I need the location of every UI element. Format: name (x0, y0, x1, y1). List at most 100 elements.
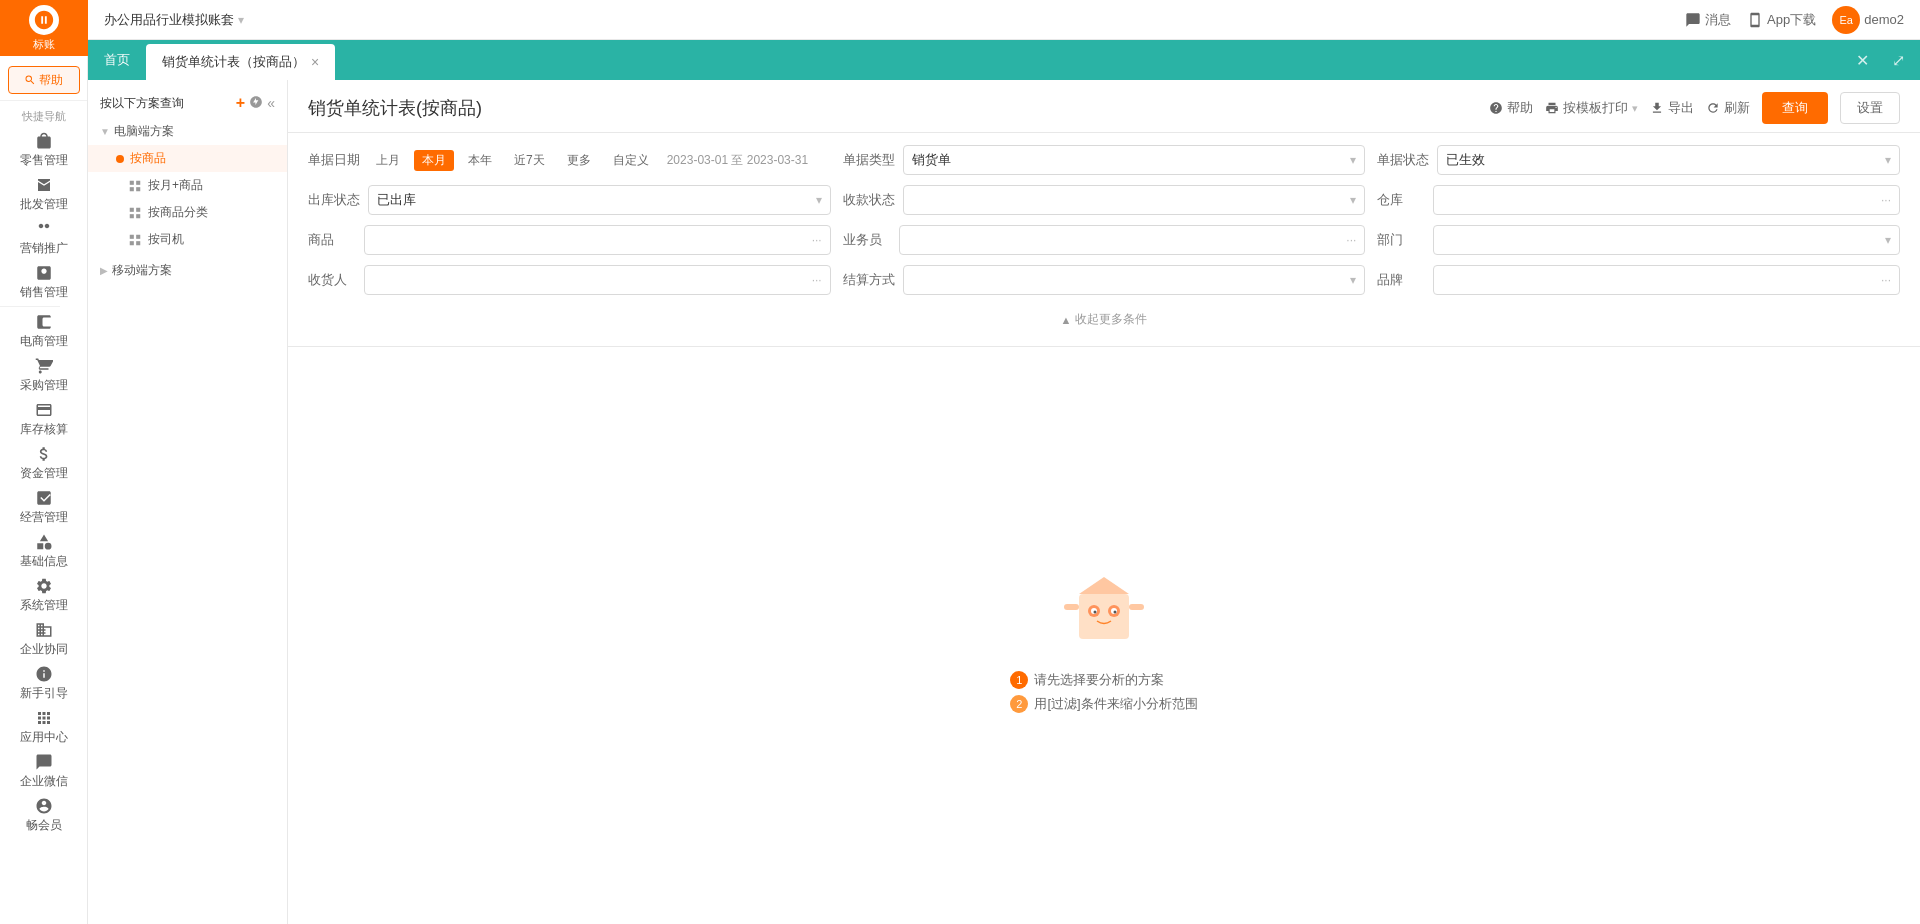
page-title: 销货单统计表(按商品) (308, 96, 482, 120)
filter-doc-type-field: 单据类型 销货单 (843, 145, 1366, 175)
filter-warehouse-input[interactable]: ··· (1433, 185, 1900, 215)
app-download-button[interactable]: App下载 (1747, 11, 1816, 29)
tab-fullscreen-button[interactable]: ⤢ (1884, 46, 1912, 74)
filter-brand-field: 品牌 ··· (1377, 265, 1900, 295)
date-tab-custom[interactable]: 自定义 (605, 150, 657, 171)
sidebar-item-retail-label: 零售管理 (20, 152, 68, 169)
sidebar-item-wholesale[interactable]: 批发管理 (0, 172, 87, 216)
tree-item-by-product-label: 按商品 (130, 150, 166, 167)
date-tab-last-month[interactable]: 上月 (368, 150, 408, 171)
tree-group-mobile-text: 移动端方案 (112, 262, 172, 279)
date-tab-this-year[interactable]: 本年 (460, 150, 500, 171)
settings-button[interactable]: 设置 (1840, 92, 1900, 124)
svg-rect-11 (136, 241, 140, 245)
sidebar-item-marketing[interactable]: 营销推广 (0, 216, 87, 260)
filter-department-input[interactable] (1433, 225, 1900, 255)
edit-scheme-button[interactable] (249, 95, 263, 112)
tree-group-mobile-label[interactable]: ▶ 移动端方案 (88, 257, 287, 284)
help-button[interactable]: 帮助 (1489, 99, 1533, 117)
sidebar-item-corp[interactable]: 企业协同 (0, 617, 87, 661)
sidebar-item-ecommerce[interactable]: 电商管理 (0, 309, 87, 353)
filter-payment-status-field: 收款状态 (843, 185, 1366, 215)
user-profile[interactable]: Ea demo2 (1832, 6, 1904, 34)
tab-home[interactable]: 首页 (88, 40, 146, 80)
search-menu-button[interactable]: 帮助 (8, 66, 80, 94)
sidebar-item-system[interactable]: 系统管理 (0, 573, 87, 617)
sidebar-item-corpwechat[interactable]: 企业微信 (0, 749, 87, 793)
empty-step-1: 1 请先选择要分析的方案 (1010, 671, 1197, 689)
filter-row-1: 单据日期 上月 本月 本年 近7天 更多 自定义 2023-03-01 至 20… (308, 145, 1900, 175)
filter-doc-status-input[interactable]: 已生效 (1437, 145, 1900, 175)
filter-department-label: 部门 (1377, 231, 1425, 249)
tab-close-button[interactable]: × (311, 54, 319, 70)
tree-item-by-month-product[interactable]: 按月+商品 (88, 172, 287, 199)
sidebar-item-system-label: 系统管理 (20, 597, 68, 614)
collapse-conditions-bar[interactable]: ▲ 收起更多条件 (308, 305, 1900, 334)
search-menu-label: 帮助 (39, 72, 63, 89)
left-panel-actions: + « (236, 94, 275, 112)
svg-rect-12 (1079, 594, 1129, 639)
tree-item-by-company[interactable]: 按司机 (88, 226, 287, 253)
svg-rect-3 (136, 187, 140, 191)
step-1-num: 1 (1010, 671, 1028, 689)
left-panel-title: 按以下方案查询 (100, 95, 184, 112)
date-tab-more[interactable]: 更多 (559, 150, 599, 171)
filter-brand-input[interactable]: ··· (1433, 265, 1900, 295)
svg-point-18 (1094, 610, 1097, 613)
tree-item-by-product[interactable]: 按商品 (88, 145, 287, 172)
logo-icon (29, 5, 59, 35)
filter-payment-status-input[interactable] (903, 185, 1366, 215)
tree-group-desktop: ▼ 电脑端方案 按商品 按月+商品 按商品分类 按司机 (88, 118, 287, 257)
sidebar-item-member[interactable]: 畅会员 (0, 793, 87, 837)
tree-group-desktop-label[interactable]: ▼ 电脑端方案 (88, 118, 287, 145)
main-area: 办公用品行业模拟账套 消息 App下载 Ea demo2 首页 (88, 0, 1920, 924)
refresh-button[interactable]: 刷新 (1706, 99, 1750, 117)
filter-receiver-field: 收货人 ··· (308, 265, 831, 295)
filter-out-status-input[interactable]: 已出库 (368, 185, 831, 215)
sidebar-item-purchase[interactable]: 采购管理 (0, 353, 87, 397)
tree-item-by-product-category[interactable]: 按商品分类 (88, 199, 287, 226)
filter-receiver-input[interactable]: ··· (364, 265, 831, 295)
sidebar-item-inventory[interactable]: 库存核算 (0, 397, 87, 441)
sidebar-item-basic[interactable]: 基础信息 (0, 529, 87, 573)
add-scheme-button[interactable]: + (236, 94, 245, 112)
filter-salesperson-field: 业务员 ··· (843, 225, 1366, 255)
sidebar-item-finance[interactable]: 资金管理 (0, 441, 87, 485)
template-print-chevron (1632, 102, 1638, 115)
tab-sales-stat-label: 销货单统计表（按商品） (162, 53, 305, 71)
filter-doc-type-input[interactable]: 销货单 (903, 145, 1366, 175)
filter-product-label: 商品 (308, 231, 356, 249)
collapse-panel-button[interactable]: « (267, 95, 275, 111)
filter-salesperson-label: 业务员 (843, 231, 891, 249)
date-tab-7days[interactable]: 近7天 (506, 150, 553, 171)
filter-out-status-value: 已出库 (377, 191, 416, 209)
filter-payment-method-chevron (1350, 273, 1356, 287)
filter-salesperson-more: ··· (1346, 233, 1356, 247)
svg-rect-8 (130, 234, 134, 238)
app-download-label: App下载 (1767, 11, 1816, 29)
sidebar-item-retail[interactable]: 零售管理 (0, 128, 87, 172)
sidebar-item-operations[interactable]: 经营管理 (0, 485, 87, 529)
date-tab-this-month[interactable]: 本月 (414, 150, 454, 171)
filter-brand-more: ··· (1881, 273, 1891, 287)
tab-sales-stat[interactable]: 销货单统计表（按商品） × (146, 44, 335, 80)
sidebar-item-wholesale-label: 批发管理 (20, 196, 68, 213)
query-button[interactable]: 查询 (1762, 92, 1828, 124)
app-title-dropdown[interactable]: 办公用品行业模拟账套 (104, 11, 244, 29)
filter-payment-method-input[interactable] (903, 265, 1366, 295)
filter-salesperson-input[interactable]: ··· (899, 225, 1366, 255)
export-button[interactable]: 导出 (1650, 99, 1694, 117)
message-button[interactable]: 消息 (1685, 11, 1731, 29)
divider-1 (0, 306, 60, 307)
tab-close-window-button[interactable]: ✕ (1848, 46, 1876, 74)
filter-doc-status-value: 已生效 (1446, 151, 1485, 169)
sidebar-item-appcenter[interactable]: 应用中心 (0, 705, 87, 749)
template-print-button[interactable]: 按模板打印 (1545, 99, 1638, 117)
sidebar-item-corpwechat-label: 企业微信 (20, 773, 68, 790)
filter-receiver-label: 收货人 (308, 271, 356, 289)
avatar-text: Ea (1840, 14, 1853, 26)
tab-bar: 首页 销货单统计表（按商品） × ✕ ⤢ (88, 40, 1920, 80)
filter-product-input[interactable]: ··· (364, 225, 831, 255)
sidebar-item-sales[interactable]: 销售管理 (0, 260, 87, 304)
sidebar-item-onboarding[interactable]: 新手引导 (0, 661, 87, 705)
